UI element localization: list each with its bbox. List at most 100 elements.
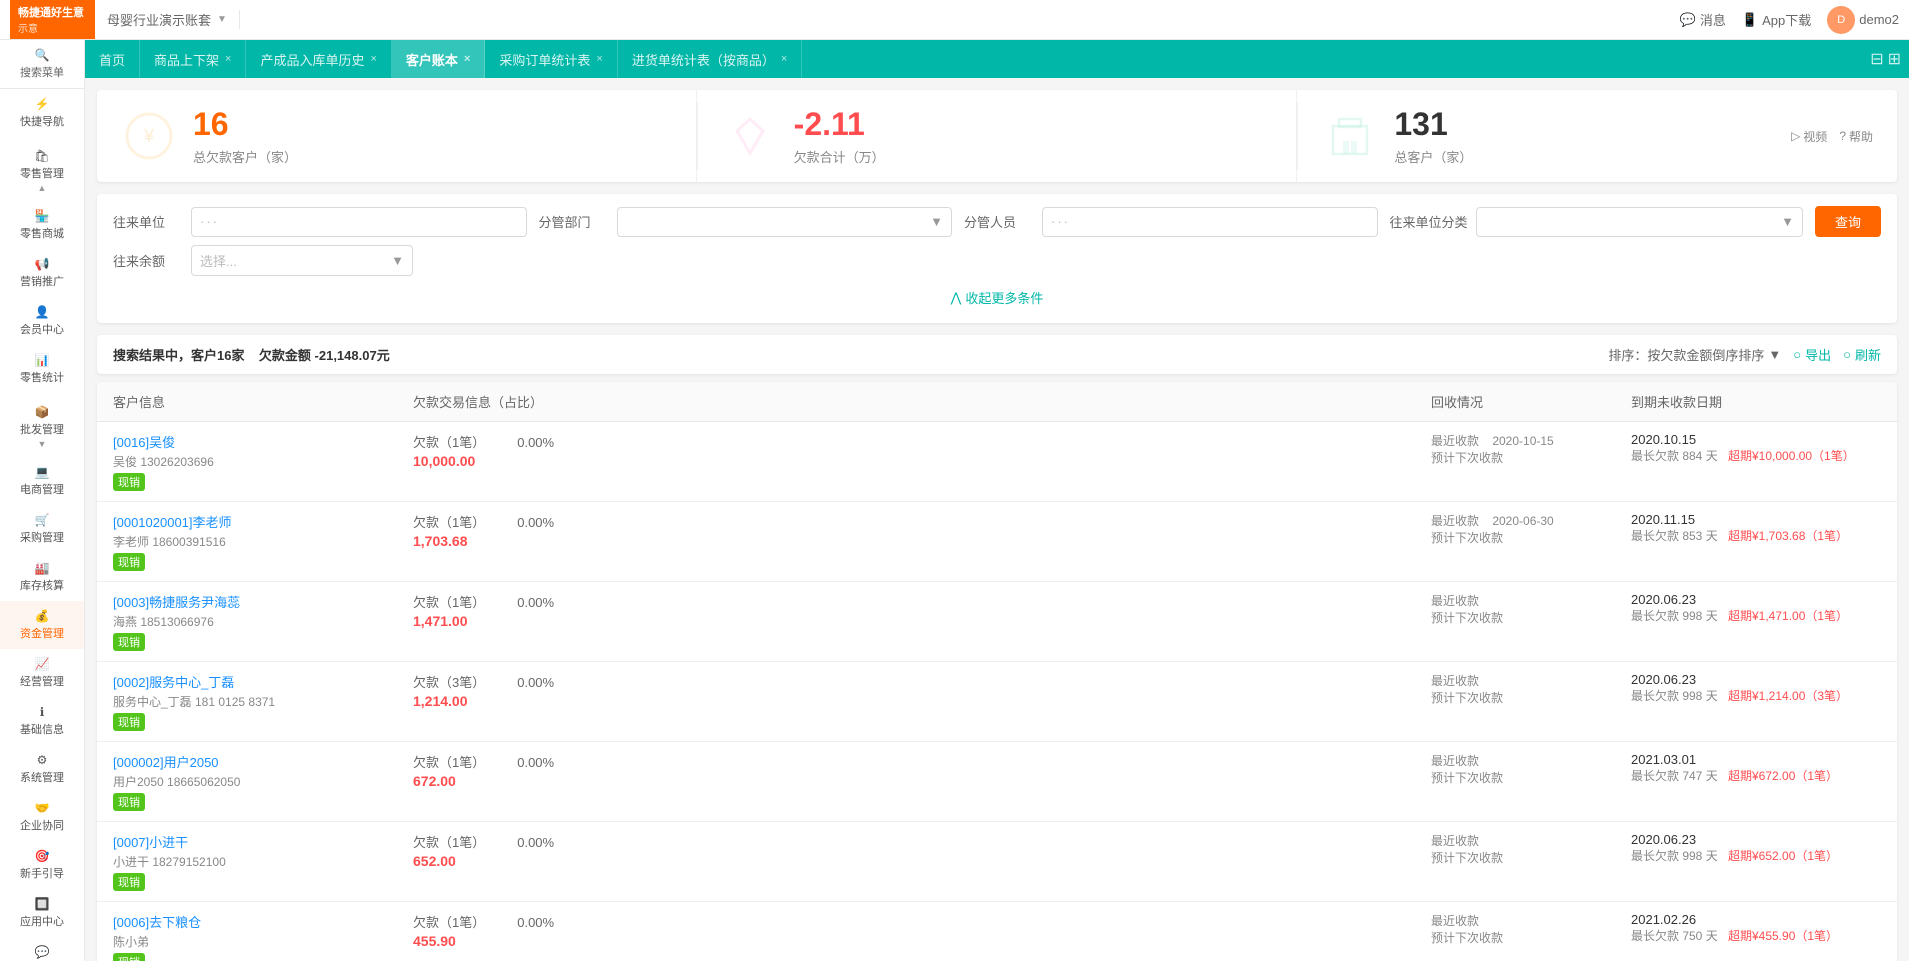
overdue-date-7: 2021.02.26	[1631, 912, 1881, 927]
message-btn[interactable]: 💬 消息	[1680, 10, 1726, 29]
overdue-amount-2[interactable]: 超期¥1,703.68（1笔）	[1728, 529, 1848, 543]
tab-product-off[interactable]: 商品上下架 ×	[140, 40, 246, 78]
tab-close-purchase-order[interactable]: ×	[596, 53, 602, 65]
debt-amount-5[interactable]: 672.00	[413, 773, 485, 789]
tab-maximize-btn[interactable]: ⊞	[1888, 49, 1901, 69]
sidebar-search[interactable]: 🔍 搜索菜单	[0, 40, 84, 89]
unit-cat-select[interactable]: ▼	[1476, 207, 1803, 237]
retail-stats-icon: 📊	[35, 353, 50, 367]
company-dropdown-icon: ▼	[217, 14, 227, 25]
dept-select[interactable]: ▼	[617, 207, 953, 237]
user-avatar[interactable]: D demo2	[1827, 6, 1899, 34]
video-btn[interactable]: ▷ 视频	[1791, 128, 1827, 145]
customer-tag-4: 现销	[113, 713, 145, 731]
overdue-amount-7[interactable]: 超期¥455.90（1笔）	[1728, 929, 1838, 943]
sidebar-item-retail-mgmt[interactable]: 🛍 零售管理 ▲	[0, 141, 84, 201]
overdue-days-label-3: 最长欠款 998 天	[1631, 609, 1724, 623]
sidebar-item-member[interactable]: 👤 会员中心	[0, 297, 84, 345]
tab-close-product-off[interactable]: ×	[225, 53, 231, 65]
overdue-amount-4[interactable]: 超期¥1,214.00（3笔）	[1728, 689, 1848, 703]
customer-name-4[interactable]: [0002]服务中心_丁磊	[113, 675, 234, 690]
sidebar-item-basic-info[interactable]: ℹ 基础信息	[0, 697, 84, 745]
stat-info-1: 16 总欠款客户（家）	[193, 106, 672, 166]
sidebar-item-corp-wx[interactable]: 💬 企业微信	[0, 937, 84, 961]
tab-close-purchase-stats[interactable]: ×	[781, 53, 787, 65]
tab-purchase-stats[interactable]: 进货单统计表（按商品） ×	[618, 40, 802, 78]
sort-label: 排序：按欠款金额倒序排序	[1608, 345, 1764, 364]
debt-amount-1[interactable]: 10,000.00	[413, 453, 485, 469]
overdue-amount-3[interactable]: 超期¥1,471.00（1笔）	[1728, 609, 1848, 623]
from-unit-input[interactable]: ···	[191, 207, 527, 237]
debt-amount-7[interactable]: 455.90	[413, 933, 485, 949]
customer-name-7[interactable]: [0006]去下粮仓	[113, 915, 201, 930]
svg-text:¥: ¥	[143, 126, 155, 146]
stat-video-help: ▷ 视频 ? 帮助	[1791, 128, 1873, 145]
debt-count-7: 欠款（1笔）	[413, 912, 485, 931]
debt-amount-3[interactable]: 1,471.00	[413, 613, 485, 629]
debt-amount-2[interactable]: 1,703.68	[413, 533, 485, 549]
customer-name-1[interactable]: [0016]吴俊	[113, 435, 175, 450]
sidebar-item-ops-mgmt[interactable]: 📈 经营管理	[0, 649, 84, 697]
tab-close-customer-account[interactable]: ×	[464, 53, 470, 65]
search-button[interactable]: 查询	[1815, 206, 1881, 237]
refresh-btn[interactable]: ○ 刷新	[1843, 345, 1881, 364]
sidebar-item-app-center[interactable]: 🔲 应用中心	[0, 889, 84, 937]
customer-name-2[interactable]: [0001020001]李老师	[113, 515, 232, 530]
next-recovery-1: 预计下次收款	[1431, 449, 1631, 466]
filter-person-label: 分管人员	[964, 212, 1034, 231]
customer-info-2: [0001020001]李老师 李老师 18600391516 现销	[113, 512, 413, 571]
filter-balance-label: 往来余额	[113, 251, 183, 270]
overdue-5: 2021.03.01 最长欠款 747 天 超期¥672.00（1笔）	[1631, 752, 1881, 784]
customer-name-3[interactable]: [0003]畅捷服务尹海蕊	[113, 595, 240, 610]
tab-customer-account[interactable]: 客户账本 ×	[392, 40, 485, 78]
customer-name-6[interactable]: [0007]小进干	[113, 835, 188, 850]
tab-minimize-btn[interactable]: ⊟	[1870, 49, 1883, 69]
top-right: 💬 消息 📱 App下载 D demo2	[1680, 6, 1899, 34]
person-input[interactable]: ···	[1042, 207, 1378, 237]
company-select[interactable]: 母婴行业演示账套 ▼	[95, 10, 240, 29]
sidebar-item-marketing[interactable]: 📢 营销推广	[0, 249, 84, 297]
help-icon: ?	[1839, 129, 1846, 143]
app-download-btn[interactable]: 📱 App下载	[1742, 10, 1811, 29]
customer-info-1: [0016]吴俊 吴俊 13026203696 现销	[113, 432, 413, 491]
main-layout: 🔍 搜索菜单 ⚡ 快捷导航 🛍 零售管理 ▲ 🏪 零售商城 📢 营销推广	[0, 40, 1909, 961]
customer-phone-3: 海燕 18513066976	[113, 613, 413, 630]
tab-product-history[interactable]: 产成品入库单历史 ×	[246, 40, 391, 78]
sidebar-item-purchase[interactable]: 🛒 采购管理	[0, 505, 84, 553]
customer-phone-1: 吴俊 13026203696	[113, 453, 413, 470]
overdue-date-4: 2020.06.23	[1631, 672, 1881, 687]
tab-purchase-order[interactable]: 采购订单统计表 ×	[485, 40, 617, 78]
stat-icon-yuan: ¥	[121, 108, 177, 164]
sidebar-item-new-guide[interactable]: 🎯 新手引导	[0, 841, 84, 889]
recovery-6: 最近收款 预计下次收款	[1431, 832, 1631, 866]
overdue-amount-1[interactable]: 超期¥10,000.00（1笔）	[1728, 449, 1855, 463]
stat-info-2: -2.11 欠款合计（万）	[794, 106, 1273, 166]
debt-amount-6[interactable]: 652.00	[413, 853, 485, 869]
phone-icon: 📱	[1742, 12, 1758, 28]
sidebar-item-ecommerce[interactable]: 💻 电商管理	[0, 457, 84, 505]
new-guide-icon: 🎯	[35, 849, 50, 863]
balance-select[interactable]: 选择... ▼	[191, 245, 413, 276]
sidebar-item-finance[interactable]: 💰 资金管理	[0, 601, 84, 649]
overdue-amount-5[interactable]: 超期¥672.00（1笔）	[1728, 769, 1838, 783]
collapse-btn[interactable]: ⋀ 收起更多条件	[113, 284, 1881, 311]
customer-name-5[interactable]: [000002]用户2050	[113, 755, 219, 770]
sidebar-item-quick-nav[interactable]: ⚡ 快捷导航	[0, 89, 84, 137]
sidebar-item-retail-stats[interactable]: 📊 零售统计	[0, 345, 84, 393]
recovery-label-7: 最近收款	[1431, 912, 1631, 929]
overdue-amount-6[interactable]: 超期¥652.00（1笔）	[1728, 849, 1838, 863]
sort-btn[interactable]: 排序：按欠款金额倒序排序 ▼	[1608, 345, 1781, 364]
sidebar-item-inventory[interactable]: 🏭 库存核算	[0, 553, 84, 601]
sidebar-item-retail-mall[interactable]: 🏪 零售商城	[0, 201, 84, 249]
export-btn[interactable]: ○ 导出	[1793, 345, 1831, 364]
sidebar-item-batch-mgmt[interactable]: 📦 批发管理 ▼	[0, 397, 84, 457]
stat-card-debt-customers: ¥ 16 总欠款客户（家）	[97, 90, 697, 182]
sidebar-item-system[interactable]: ⚙ 系统管理	[0, 745, 84, 793]
customer-tag-1: 现销	[113, 473, 145, 491]
results-text: 搜索结果中，客户16家 欠款金额 -21,148.07元	[113, 345, 390, 364]
tab-home[interactable]: 首页	[85, 40, 140, 78]
sidebar-item-corp-coop[interactable]: 🤝 企业协同	[0, 793, 84, 841]
tab-close-product-history[interactable]: ×	[370, 53, 376, 65]
debt-amount-4[interactable]: 1,214.00	[413, 693, 485, 709]
help-btn[interactable]: ? 帮助	[1839, 128, 1873, 145]
